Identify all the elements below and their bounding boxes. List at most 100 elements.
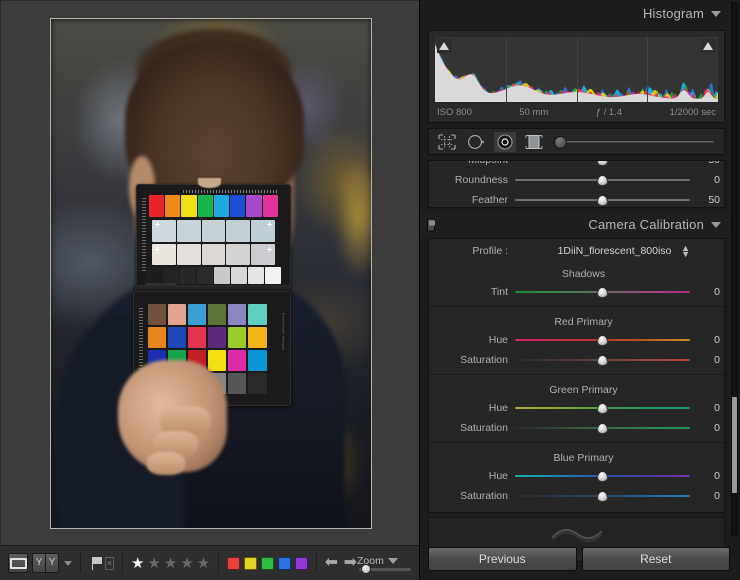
- label-green[interactable]: [260, 556, 274, 570]
- slider-track[interactable]: [515, 421, 690, 435]
- slider-value[interactable]: 50: [690, 194, 720, 206]
- up-down-stepper-icon[interactable]: ▲ ▼: [681, 244, 690, 259]
- chevron-down-icon[interactable]: [711, 221, 721, 228]
- zoom-control[interactable]: Zoom: [357, 555, 411, 574]
- star-rating[interactable]: ★ ★ ★ ★ ★: [131, 556, 210, 571]
- chevron-down-icon[interactable]: [387, 558, 398, 564]
- panel-scrollbar-thumb[interactable]: [732, 397, 737, 493]
- panel-scroll-region[interactable]: Histogram ISO 800 50 mm ƒ / 1.4 1/2000 s…: [420, 0, 731, 562]
- tool-size-track[interactable]: [566, 140, 714, 143]
- panel-scrollbar[interactable]: [731, 2, 738, 536]
- previous-button[interactable]: Previous: [428, 547, 577, 571]
- slider-knob[interactable]: [597, 471, 608, 482]
- star-2[interactable]: ★: [147, 556, 160, 571]
- slider-track[interactable]: [515, 161, 690, 167]
- panel-switch-icon[interactable]: [427, 218, 435, 231]
- star-5[interactable]: ★: [197, 556, 210, 571]
- slider-value[interactable]: 0: [690, 470, 720, 482]
- slider-row-hue[interactable]: Hue 0: [429, 398, 724, 418]
- tool-size-slider[interactable]: [552, 135, 714, 149]
- highlight-clipping-triangle-icon[interactable]: [701, 39, 716, 53]
- slider-value[interactable]: 0: [690, 286, 720, 298]
- color-label-set[interactable]: [226, 556, 308, 570]
- vignette-panel-partial[interactable]: Midpoint 50 Roundness 0 Feather 50: [428, 160, 725, 208]
- panel-action-buttons[interactable]: Previous Reset: [428, 547, 730, 571]
- slider-track[interactable]: [515, 469, 690, 483]
- profile-row[interactable]: Profile : 1DiiN_florescent_800iso ▲ ▼: [429, 239, 724, 263]
- histogram-panel-header[interactable]: Histogram: [420, 0, 731, 27]
- slider-value[interactable]: 50: [690, 161, 720, 166]
- slider-track[interactable]: [515, 173, 690, 187]
- slider-row-saturation[interactable]: Saturation 0: [429, 350, 724, 370]
- photo-frame[interactable]: ColorChecker Passport ColorChecker Passp…: [50, 18, 372, 529]
- slider-row-feather[interactable]: Feather 50: [429, 190, 724, 207]
- crop-overlay-tool[interactable]: [436, 132, 458, 152]
- spot-removal-tool[interactable]: [465, 132, 487, 152]
- zoom-slider-knob[interactable]: [361, 564, 372, 574]
- compare-view-button[interactable]: Y Y: [32, 553, 60, 573]
- group-title-shadows: Shadows: [561, 268, 606, 280]
- profile-value[interactable]: 1DiiN_florescent_800iso ▲ ▼: [515, 244, 724, 259]
- tool-size-knob[interactable]: [554, 135, 567, 149]
- slider-value[interactable]: 0: [690, 422, 720, 434]
- star-1[interactable]: ★: [131, 556, 144, 571]
- loupe-view-button[interactable]: [8, 553, 28, 573]
- slider-row-tint[interactable]: Tint 0: [429, 282, 724, 302]
- label-yellow[interactable]: [243, 556, 257, 570]
- camera-calibration-panel[interactable]: Profile : 1DiiN_florescent_800iso ▲ ▼ Shadow…: [428, 238, 725, 513]
- target-mark: [155, 246, 161, 252]
- zoom-slider-track[interactable]: [359, 564, 411, 574]
- slider-knob[interactable]: [597, 287, 608, 298]
- histogram-panel[interactable]: ISO 800 50 mm ƒ / 1.4 1/2000 sec: [428, 30, 725, 123]
- slider-row-roundness[interactable]: Roundness 0: [429, 170, 724, 190]
- slider-value[interactable]: 0: [690, 490, 720, 502]
- slider-track[interactable]: [515, 401, 690, 415]
- star-3[interactable]: ★: [164, 556, 177, 571]
- label-blue[interactable]: [277, 556, 291, 570]
- slider-knob[interactable]: [597, 403, 608, 414]
- image-canvas-area[interactable]: ColorChecker Passport ColorChecker Passp…: [0, 0, 419, 545]
- slider-label: Hue: [488, 402, 508, 414]
- slider-track[interactable]: [515, 333, 690, 347]
- slider-knob[interactable]: [597, 161, 608, 166]
- slider-row-hue[interactable]: Hue 0: [429, 330, 724, 350]
- camera-calibration-panel-header[interactable]: Camera Calibration: [420, 211, 731, 238]
- slider-knob[interactable]: [597, 175, 608, 186]
- slider-row-saturation[interactable]: Saturation 0: [429, 486, 724, 506]
- slider-knob[interactable]: [597, 423, 608, 434]
- star-4[interactable]: ★: [180, 556, 193, 571]
- slider-value[interactable]: 0: [690, 174, 720, 186]
- slider-row-midpoint[interactable]: Midpoint 50: [429, 161, 724, 170]
- slider-row-hue[interactable]: Hue 0: [429, 466, 724, 486]
- develop-tool-strip[interactable]: [428, 128, 725, 155]
- slider-knob[interactable]: [597, 335, 608, 346]
- label-purple[interactable]: [294, 556, 308, 570]
- slider-value[interactable]: 0: [690, 402, 720, 414]
- red-eye-correction-tool[interactable]: [494, 131, 516, 152]
- compare-left-label: Y: [33, 554, 47, 572]
- pick-flag-icon[interactable]: [89, 556, 102, 570]
- graduated-filter-tool[interactable]: [523, 132, 545, 152]
- chevron-down-icon[interactable]: [711, 10, 721, 17]
- slider-knob[interactable]: [597, 195, 608, 206]
- subject-finger: [147, 451, 186, 475]
- reject-flag-icon[interactable]: ×: [104, 556, 115, 570]
- right-develop-panel[interactable]: Histogram ISO 800 50 mm ƒ / 1.4 1/2000 s…: [419, 0, 740, 580]
- bottom-toolbar[interactable]: Y Y × ★ ★ ★ ★ ★ ⬅ ➡ Zoom: [0, 545, 419, 580]
- slider-row-saturation[interactable]: Saturation 0: [429, 418, 724, 438]
- histogram-plot[interactable]: [435, 37, 718, 102]
- slider-value[interactable]: 0: [690, 334, 720, 346]
- slider-track[interactable]: [515, 353, 690, 367]
- reset-button[interactable]: Reset: [581, 547, 730, 571]
- arrow-right-icon[interactable]: ➡: [344, 555, 357, 571]
- slider-track[interactable]: [515, 285, 690, 299]
- slider-knob[interactable]: [597, 491, 608, 502]
- label-red[interactable]: [226, 556, 240, 570]
- slider-track[interactable]: [515, 489, 690, 503]
- slider-value[interactable]: 0: [690, 354, 720, 366]
- slider-knob[interactable]: [597, 355, 608, 366]
- arrow-left-icon[interactable]: ⬅: [325, 555, 338, 571]
- chevron-down-icon[interactable]: [64, 560, 73, 566]
- slider-track[interactable]: [515, 193, 690, 207]
- shadow-clipping-triangle-icon[interactable]: [437, 39, 452, 53]
